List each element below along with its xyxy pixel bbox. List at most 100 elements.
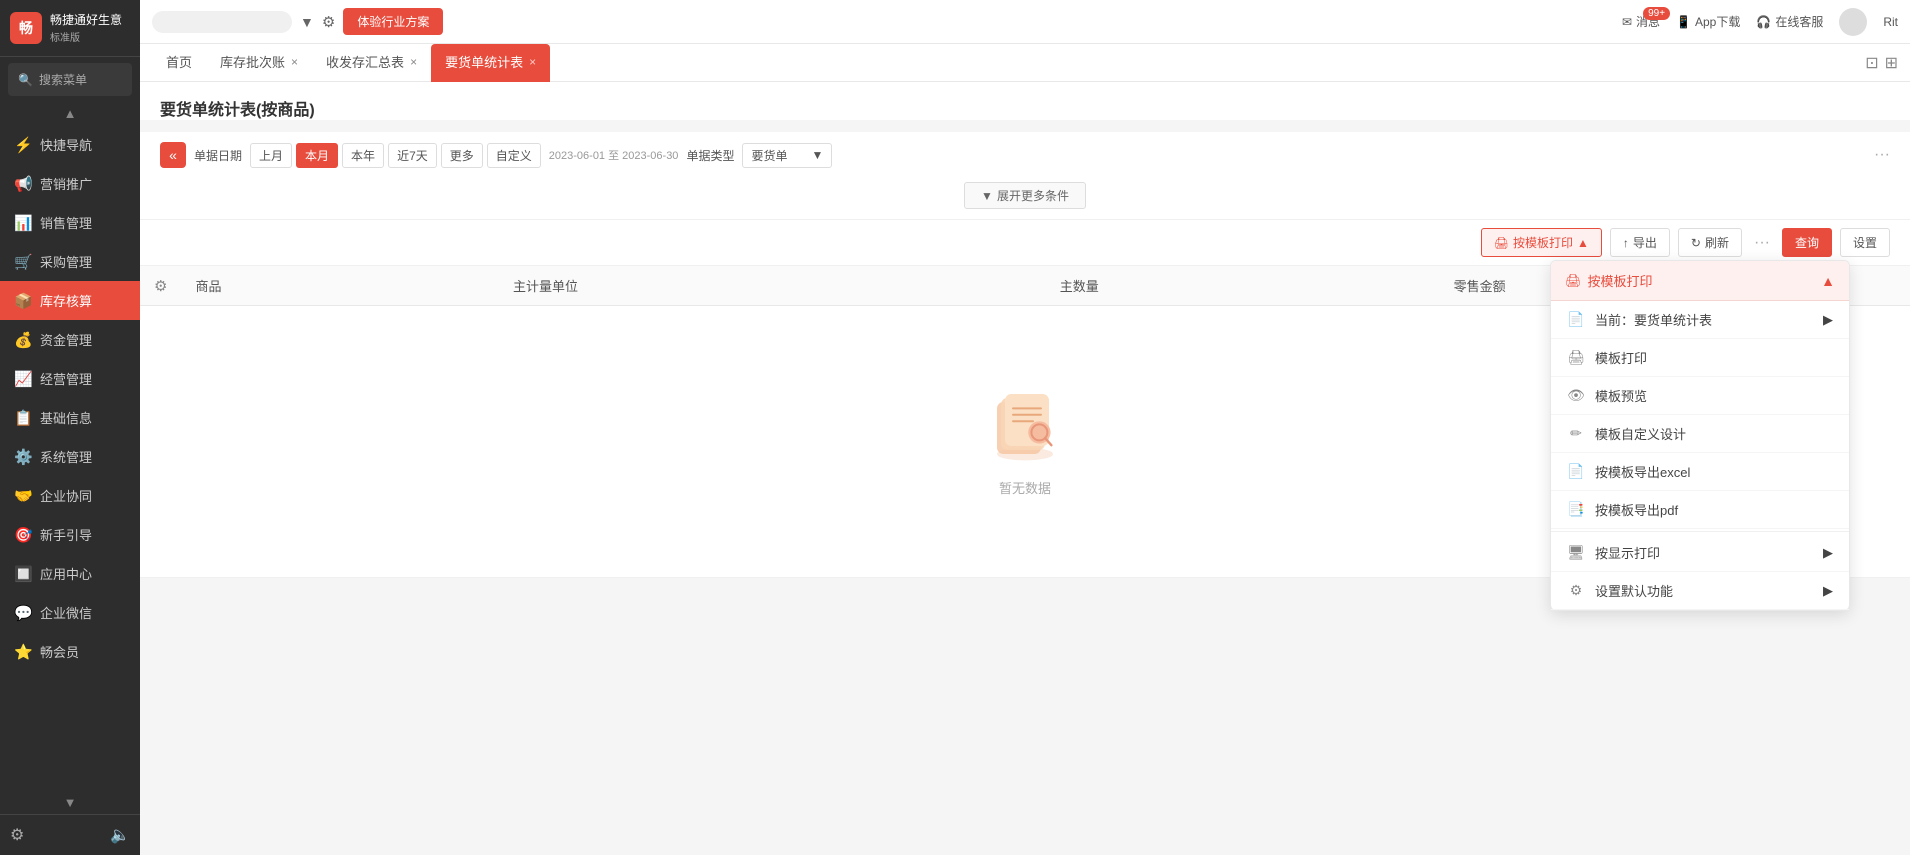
filter-expand-btn[interactable]: « bbox=[160, 142, 186, 168]
tabs-window-controls: ⊡ ⊞ bbox=[1865, 53, 1898, 73]
sidebar-item-label: 系统管理 bbox=[40, 447, 92, 466]
template-print-icon: 🖨 bbox=[1567, 349, 1585, 366]
toolbar: 🖨 按模板打印 ▲ ↑ 导出 ↻ 刷新 ··· 查询 设置 🖨 按模板打印 bbox=[140, 219, 1910, 266]
export-pdf-icon: 📑 bbox=[1567, 501, 1585, 518]
query-btn[interactable]: 查询 bbox=[1782, 228, 1832, 257]
refresh-btn[interactable]: ↻ 刷新 bbox=[1678, 228, 1742, 257]
dropdown-template-export-pdf[interactable]: 📑 按模板导出pdf bbox=[1551, 491, 1849, 529]
dropdown-template-export-excel[interactable]: 📄 按模板导出excel bbox=[1551, 453, 1849, 491]
dropdown-set-default[interactable]: ⚙ 设置默认功能 ▶ bbox=[1551, 572, 1849, 610]
dropdown-template-print[interactable]: 🖨 模板打印 bbox=[1551, 339, 1849, 377]
date-filter-label: 单据日期 bbox=[194, 147, 242, 164]
sidebar-item-inventory[interactable]: 📦 库存核算 bbox=[0, 281, 140, 320]
expand-more-conditions-btn[interactable]: ▼ 展开更多条件 bbox=[964, 182, 1086, 209]
purchase-icon: 🛒 bbox=[14, 253, 32, 271]
sidebar-item-label: 基础信息 bbox=[40, 408, 92, 427]
sidebar-item-finance[interactable]: 💰 资金管理 bbox=[0, 320, 140, 359]
topbar-search-input[interactable] bbox=[152, 11, 292, 33]
settings-btn[interactable]: 设置 bbox=[1840, 228, 1890, 257]
sidebar-item-wechat[interactable]: 💬 企业微信 bbox=[0, 593, 140, 632]
collab-icon: 🤝 bbox=[14, 487, 32, 505]
export-excel-icon: 📄 bbox=[1567, 463, 1585, 480]
sidebar-item-member[interactable]: ⭐ 畅会员 bbox=[0, 632, 140, 671]
inventory-icon: 📦 bbox=[14, 292, 32, 310]
table-header-settings: ⚙ bbox=[140, 266, 181, 306]
order-type-label: 单据类型 bbox=[686, 147, 734, 164]
sidebar-item-collab[interactable]: 🤝 企业协同 bbox=[0, 476, 140, 515]
settings-bottom-icon[interactable]: ⚙ bbox=[10, 825, 24, 845]
window-maximize-icon[interactable]: ⊞ bbox=[1885, 53, 1898, 73]
sidebar-item-guide[interactable]: 🎯 新手引导 bbox=[0, 515, 140, 554]
dropdown-close-icon[interactable]: ▲ bbox=[1821, 273, 1835, 289]
sidebar-scroll-down[interactable]: ▼ bbox=[0, 791, 140, 814]
trial-btn[interactable]: 体验行业方案 bbox=[343, 8, 443, 35]
app-logo-icon: 畅 bbox=[10, 12, 42, 44]
sidebar-item-system[interactable]: ⚙️ 系统管理 bbox=[0, 437, 140, 476]
date-btn-last-month[interactable]: 上月 bbox=[250, 143, 292, 168]
user-avatar[interactable] bbox=[1839, 8, 1867, 36]
print-template-btn[interactable]: 🖨 按模板打印 ▲ bbox=[1481, 228, 1602, 257]
search-icon: 🔍 bbox=[18, 73, 33, 87]
export-btn[interactable]: ↑ 导出 bbox=[1610, 228, 1670, 257]
page-content: 要货单统计表(按商品) « 单据日期 上月 本月 本年 近7天 更多 自定义 2… bbox=[140, 82, 1910, 855]
table-settings-icon[interactable]: ⚙ bbox=[154, 278, 167, 295]
tab-inventory-batch[interactable]: 库存批次账 × bbox=[206, 44, 312, 82]
dropdown-template-custom[interactable]: ✏ 模板自定义设计 bbox=[1551, 415, 1849, 453]
date-btn-more[interactable]: 更多 bbox=[441, 143, 483, 168]
print-icon: 🖨 bbox=[1494, 236, 1509, 250]
tab-home[interactable]: 首页 bbox=[152, 44, 206, 82]
apps-icon: 🔲 bbox=[14, 565, 32, 583]
tab-receipt-summary-close[interactable]: × bbox=[410, 55, 417, 69]
dropdown-display-print[interactable]: 🖥 按显示打印 ▶ bbox=[1551, 534, 1849, 572]
online-service-btn[interactable]: 🎧 在线客服 bbox=[1756, 13, 1823, 30]
tab-receipt-summary[interactable]: 收发存汇总表 × bbox=[312, 44, 431, 82]
sales-icon: 📊 bbox=[14, 214, 32, 232]
system-icon: ⚙️ bbox=[14, 448, 32, 466]
more-options-btn[interactable]: ··· bbox=[1750, 234, 1774, 252]
sidebar-item-basic[interactable]: 📋 基础信息 bbox=[0, 398, 140, 437]
page-header: 要货单统计表(按商品) bbox=[140, 82, 1910, 120]
speaker-bottom-icon[interactable]: 🔈 bbox=[110, 825, 130, 845]
dropdown-template-preview[interactable]: 👁 模板预览 bbox=[1551, 377, 1849, 415]
sidebar-item-marketing[interactable]: 📢 营销推广 bbox=[0, 164, 140, 203]
sidebar-item-operations[interactable]: 📈 经营管理 bbox=[0, 359, 140, 398]
window-restore-icon[interactable]: ⊡ bbox=[1865, 53, 1878, 73]
sidebar-item-label: 企业协同 bbox=[40, 486, 92, 505]
tab-order-stats-close[interactable]: × bbox=[529, 55, 536, 69]
topbar-nav-dropdown[interactable]: ▼ bbox=[300, 14, 314, 30]
search-label: 搜索菜单 bbox=[39, 71, 87, 88]
sidebar-item-apps[interactable]: 🔲 应用中心 bbox=[0, 554, 140, 593]
messages-btn[interactable]: ✉ 消息 99+ bbox=[1622, 13, 1660, 30]
sidebar: 畅 畅捷通好生意 标准版 🔍 搜索菜单 ▲ ⚡ 快捷导航 📢 营销推广 📊 销售… bbox=[0, 0, 140, 855]
date-btn-this-year[interactable]: 本年 bbox=[342, 143, 384, 168]
sidebar-item-purchase[interactable]: 🛒 采购管理 bbox=[0, 242, 140, 281]
sidebar-search[interactable]: 🔍 搜索菜单 bbox=[8, 63, 132, 96]
topbar-gear-icon[interactable]: ⚙ bbox=[322, 13, 335, 31]
filter-more-btn[interactable]: ··· bbox=[1874, 146, 1890, 164]
tab-inventory-batch-close[interactable]: × bbox=[291, 55, 298, 69]
sidebar-item-label: 应用中心 bbox=[40, 564, 92, 583]
date-btn-this-month[interactable]: 本月 bbox=[296, 143, 338, 168]
sidebar-item-label: 畅会员 bbox=[40, 642, 79, 661]
filter-bar: « 单据日期 上月 本月 本年 近7天 更多 自定义 2023-06-01 至 … bbox=[140, 132, 1910, 178]
wechat-icon: 💬 bbox=[14, 604, 32, 622]
empty-state-icon bbox=[975, 386, 1075, 466]
order-type-select[interactable]: 要货单 ▼ bbox=[742, 143, 832, 168]
sidebar-scroll-up[interactable]: ▲ bbox=[0, 102, 140, 125]
refresh-icon: ↻ bbox=[1691, 236, 1701, 250]
dropdown-current-template[interactable]: 📄 当前：要货单统计表 ▶ bbox=[1551, 301, 1849, 339]
filter-actions-bar: ▼ 展开更多条件 bbox=[140, 178, 1910, 219]
member-icon: ⭐ bbox=[14, 643, 32, 661]
sidebar-item-sales[interactable]: 📊 销售管理 bbox=[0, 203, 140, 242]
app-download-btn[interactable]: 📱 App下载 bbox=[1676, 13, 1740, 30]
tab-order-stats[interactable]: 要货单统计表 × bbox=[431, 44, 550, 82]
topbar-right: ✉ 消息 99+ 📱 App下载 🎧 在线客服 Rit bbox=[1622, 8, 1898, 36]
sidebar-item-quick-nav[interactable]: ⚡ 快捷导航 bbox=[0, 125, 140, 164]
display-print-icon: 🖥 bbox=[1567, 544, 1585, 561]
sidebar-item-label: 企业微信 bbox=[40, 603, 92, 622]
headset-icon: 🎧 bbox=[1756, 15, 1771, 29]
date-filter-group: 上月 本月 本年 近7天 更多 自定义 bbox=[250, 143, 541, 168]
date-btn-custom[interactable]: 自定义 bbox=[487, 143, 541, 168]
quick-nav-icon: ⚡ bbox=[14, 136, 32, 154]
date-btn-7days[interactable]: 近7天 bbox=[388, 143, 437, 168]
